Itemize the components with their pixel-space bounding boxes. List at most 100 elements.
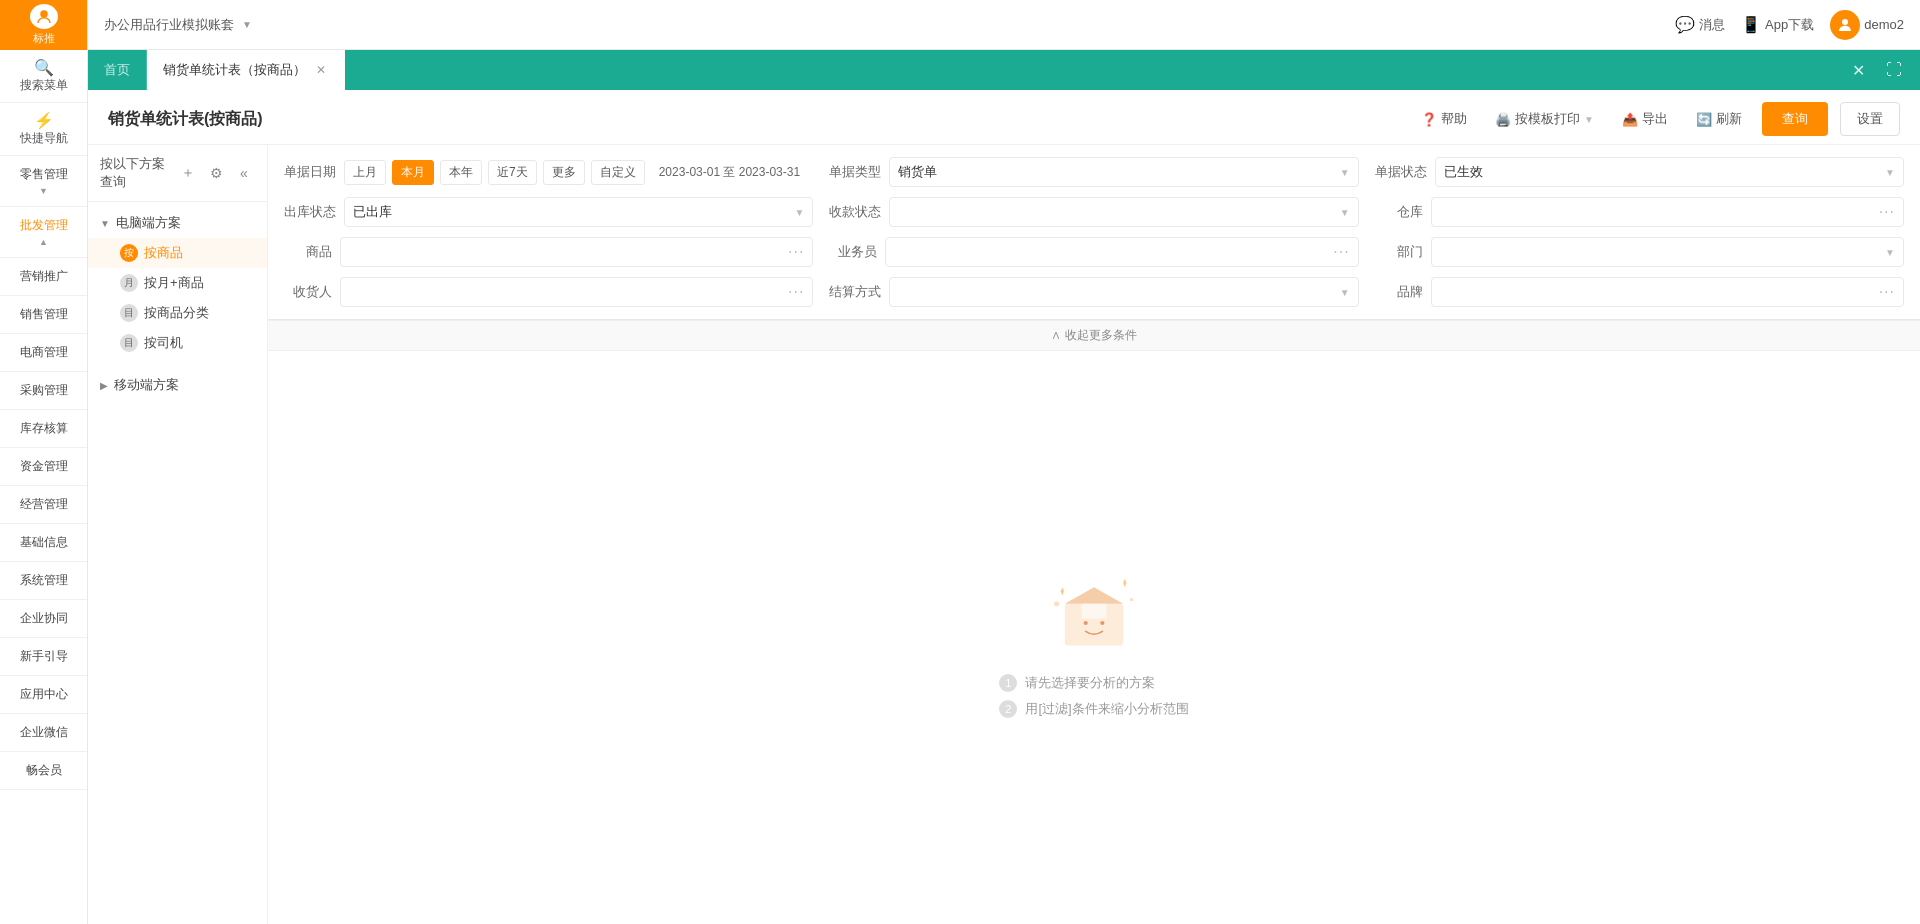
tip-num-1: 1: [999, 674, 1017, 692]
consignee-select[interactable]: ···: [340, 277, 813, 307]
doc-status-select[interactable]: 已生效 ▼: [1435, 157, 1904, 187]
goods-label: 商品: [284, 243, 332, 261]
scheme-group-mobile: ▶ 移动端方案: [88, 364, 267, 406]
export-btn[interactable]: 📤 导出: [1614, 106, 1676, 132]
sidebar-item-corp[interactable]: 企业协同: [0, 600, 87, 638]
avatar: [1830, 10, 1860, 40]
sidebar-search-btn[interactable]: 🔍 搜索菜单: [0, 50, 87, 103]
sidebar-item-finance[interactable]: 资金管理: [0, 448, 87, 486]
date-this-year-btn[interactable]: 本年: [440, 160, 482, 185]
sidebar-item-member[interactable]: 畅会员: [0, 752, 87, 790]
sidebar-item-wechat[interactable]: 企业微信: [0, 714, 87, 752]
payment-select[interactable]: ▼: [889, 277, 1358, 307]
svg-point-8: [1130, 598, 1133, 601]
collapse-bar[interactable]: ∧ 收起更多条件: [268, 320, 1920, 351]
warehouse-select[interactable]: ···: [1431, 197, 1904, 227]
sidebar-item-system[interactable]: 系统管理: [0, 562, 87, 600]
brand-select[interactable]: ···: [1431, 277, 1904, 307]
tabbar-actions: ✕ ⛶: [1844, 56, 1920, 84]
filter-item-doc-status: 单据状态 已生效 ▼: [1375, 157, 1904, 187]
sidebar-item-app[interactable]: 应用中心: [0, 676, 87, 714]
salesman-select[interactable]: ···: [885, 237, 1358, 267]
tab-close-icon[interactable]: ✕: [314, 63, 328, 77]
svg-point-6: [1100, 620, 1104, 624]
sidebar-item-business[interactable]: 经营管理: [0, 486, 87, 524]
sidebar-quick-nav[interactable]: ⚡ 快捷导航: [0, 103, 87, 156]
out-status-select[interactable]: 已出库 ▼: [344, 197, 813, 227]
add-scheme-btn[interactable]: ＋: [177, 162, 199, 184]
svg-rect-4: [1082, 603, 1107, 618]
scheme-icon-gray-2: 目: [120, 304, 138, 322]
payment-label: 结算方式: [829, 283, 881, 301]
settings-btn[interactable]: 设置: [1840, 102, 1900, 136]
window-close-btn[interactable]: ✕: [1844, 56, 1872, 84]
query-btn[interactable]: 查询: [1762, 102, 1828, 136]
chevron-up-icon: ▲: [39, 237, 48, 247]
main-body: 按以下方案查询 ＋ ⚙ « ▼ 电脑端方案 按: [88, 145, 1920, 924]
dropdown-arrow-icon: ▼: [242, 19, 252, 30]
scheme-item-by-month-goods[interactable]: 月 按月+商品: [88, 268, 267, 298]
scheme-group-pc: ▼ 电脑端方案 按 按商品 月 按月+商品 目: [88, 202, 267, 364]
date-this-month-btn[interactable]: 本月: [392, 160, 434, 185]
refresh-btn[interactable]: 🔄 刷新: [1688, 106, 1750, 132]
consignee-label: 收货人: [284, 283, 332, 301]
sidebar-item-purchase[interactable]: 采购管理: [0, 372, 87, 410]
dots-icon-5: ···: [1879, 283, 1895, 301]
left-panel-icons: ＋ ⚙ «: [177, 162, 255, 184]
right-panel: 单据日期 上月 本月 本年 近7天 更多 自定义 2023-03-01 至 20…: [268, 145, 1920, 924]
scheme-item-by-goods[interactable]: 按 按商品: [88, 238, 267, 268]
date-7days-btn[interactable]: 近7天: [488, 160, 537, 185]
scheme-group-pc-header[interactable]: ▼ 电脑端方案: [88, 208, 267, 238]
sidebar-item-ecommerce[interactable]: 电商管理: [0, 334, 87, 372]
scheme-item-by-dept[interactable]: 目 按司机: [88, 328, 267, 358]
date-custom-btn[interactable]: 自定义: [591, 160, 645, 185]
print-btn[interactable]: 🖨️ 按模板打印 ▼: [1487, 106, 1602, 132]
message-icon: 💬: [1675, 15, 1695, 34]
sidebar-item-wholesale[interactable]: 批发管理 ▲: [0, 207, 87, 258]
warehouse-label: 仓库: [1375, 203, 1423, 221]
sidebar-item-retail[interactable]: 零售管理 ▼: [0, 156, 87, 207]
print-dropdown-icon: ▼: [1584, 114, 1594, 125]
empty-state-icon: [1044, 558, 1144, 658]
logo-icon: [30, 4, 58, 29]
scheme-item-by-goods-cat[interactable]: 目 按商品分类: [88, 298, 267, 328]
scheme-group-mobile-header[interactable]: ▶ 移动端方案: [88, 370, 267, 400]
filter-item-goods: 商品 ···: [284, 237, 813, 267]
sidebar-item-guide[interactable]: 新手引导: [0, 638, 87, 676]
page-title: 销货单统计表(按商品): [108, 109, 263, 130]
print-icon: 🖨️: [1495, 112, 1511, 127]
help-btn[interactable]: ❓ 帮助: [1413, 106, 1475, 132]
date-more-btn[interactable]: 更多: [543, 160, 585, 185]
dept-select[interactable]: ▼: [1431, 237, 1904, 267]
edit-scheme-btn[interactable]: ⚙: [205, 162, 227, 184]
tabbar: 首页 销货单统计表（按商品） ✕ ✕ ⛶: [88, 50, 1920, 90]
collapse-panel-btn[interactable]: «: [233, 162, 255, 184]
content-area: 销货单统计表(按商品) ❓ 帮助 🖨️ 按模板打印 ▼ 📤 导出: [88, 90, 1920, 924]
topbar: 办公用品行业模拟账套 ▼ 💬 消息 📱 App下载 demo2: [88, 0, 1920, 50]
sidebar-item-basic[interactable]: 基础信息: [0, 524, 87, 562]
dots-icon: ···: [1879, 203, 1895, 221]
tab-home[interactable]: 首页: [88, 50, 147, 90]
chevron-down-icon-6: ▼: [1340, 287, 1350, 298]
chevron-down-icon-4: ▼: [1340, 207, 1350, 218]
tab-sales-stat[interactable]: 销货单统计表（按商品） ✕: [147, 50, 345, 90]
goods-select[interactable]: ···: [340, 237, 813, 267]
recv-status-select[interactable]: ▼: [889, 197, 1358, 227]
brand-label: 品牌: [1375, 283, 1423, 301]
user-menu-btn[interactable]: demo2: [1830, 10, 1904, 40]
date-last-month-btn[interactable]: 上月: [344, 160, 386, 185]
svg-point-7: [1054, 601, 1059, 606]
doc-type-select[interactable]: 销货单 ▼: [889, 157, 1358, 187]
refresh-icon: 🔄: [1696, 112, 1712, 127]
sidebar-item-sales[interactable]: 销售管理: [0, 296, 87, 334]
industry-title: 办公用品行业模拟账套: [104, 16, 234, 34]
window-maximize-btn[interactable]: ⛶: [1880, 56, 1908, 84]
left-panel-header: 按以下方案查询 ＋ ⚙ «: [88, 145, 267, 202]
sidebar-item-inventory[interactable]: 库存核算: [0, 410, 87, 448]
app-download-btn[interactable]: 📱 App下载: [1741, 15, 1814, 34]
date-label: 单据日期: [284, 163, 336, 181]
sidebar-item-marketing[interactable]: 营销推广: [0, 258, 87, 296]
filter-item-doc-type: 单据类型 销货单 ▼: [829, 157, 1358, 187]
filter-item-date: 单据日期 上月 本月 本年 近7天 更多 自定义 2023-03-01 至 20…: [284, 157, 813, 187]
message-btn[interactable]: 💬 消息: [1675, 15, 1725, 34]
